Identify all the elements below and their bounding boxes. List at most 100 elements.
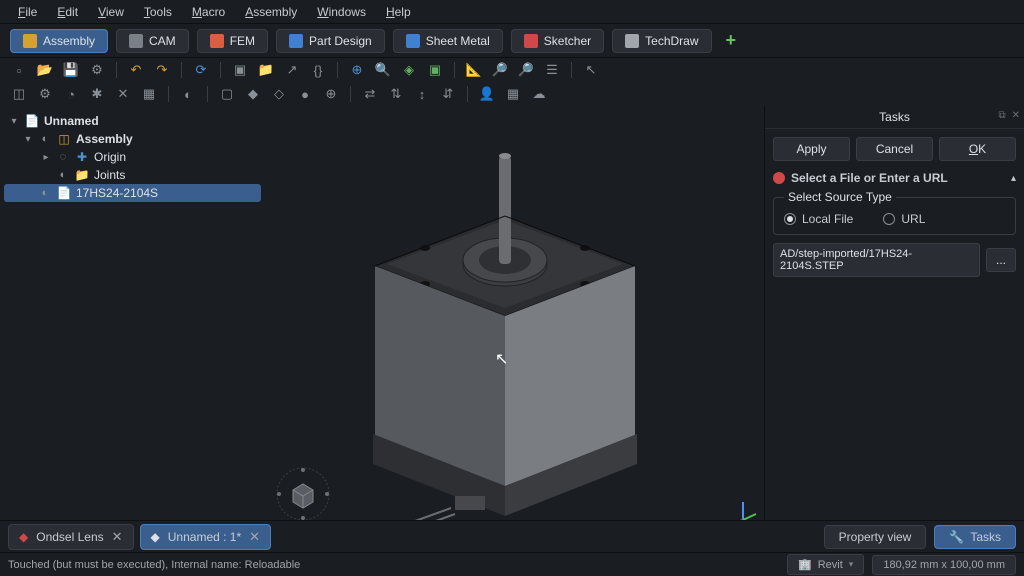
file-path-input[interactable]: AD/step-imported/17HS24-2104S.STEP <box>773 243 980 277</box>
visibility-icon[interactable]: ◐ <box>38 133 52 145</box>
flip-icon[interactable]: ↕ <box>413 85 431 103</box>
move-icon[interactable]: ⇄ <box>361 85 379 103</box>
refresh-icon[interactable]: ⟳ <box>192 61 210 79</box>
tree-part-row[interactable]: ▸ ◐ 📄 17HS24-2104S <box>4 184 261 202</box>
redo-icon[interactable]: ↷ <box>153 61 171 79</box>
workbench-sketcher[interactable]: Sketcher <box>511 29 604 53</box>
tasks-tab[interactable]: 🔧 Tasks <box>934 525 1016 549</box>
dropdown-icon: ▾ <box>849 559 854 570</box>
workbench-icon <box>289 34 303 48</box>
cursor-icon[interactable]: ↖ <box>582 61 600 79</box>
tree-assembly-row[interactable]: ▾ ◐ ◫ Assembly <box>4 130 261 148</box>
workbench-bar: Assembly CAM FEM Part Design Sheet Metal Sket… <box>0 24 1024 58</box>
cylinder-icon[interactable]: ◐ <box>179 85 197 103</box>
tree-origin-row[interactable]: ▸ ◌ ✚ Origin <box>4 148 261 166</box>
workbench-sheet-metal[interactable]: Sheet Metal <box>393 29 503 53</box>
menu-macro[interactable]: Macro <box>182 3 235 21</box>
folder-icon[interactable]: 📁 <box>257 61 275 79</box>
export-icon[interactable]: ↗ <box>283 61 301 79</box>
undo-icon[interactable]: ↶ <box>127 61 145 79</box>
measure-icon[interactable]: 📐 <box>465 61 483 79</box>
rotate-icon[interactable]: ⇅ <box>387 85 405 103</box>
add-workbench-button[interactable]: + <box>720 30 743 51</box>
person-icon[interactable]: 👤 <box>478 85 496 103</box>
url-radio[interactable]: URL <box>883 212 925 226</box>
menu-view[interactable]: View <box>88 3 134 21</box>
grid-icon[interactable]: ▦ <box>140 85 158 103</box>
caret-icon[interactable]: ▾ <box>8 116 20 127</box>
revit-button[interactable]: 🏢 Revit ▾ <box>787 554 864 575</box>
box2-icon[interactable]: ▢ <box>218 85 236 103</box>
close-icon[interactable]: ✕ <box>1012 110 1020 121</box>
settings-icon[interactable]: ⚙ <box>88 61 106 79</box>
menu-windows[interactable]: Windows <box>307 3 376 21</box>
visibility-icon[interactable]: ◌ <box>56 151 70 163</box>
gear-icon[interactable]: ✱ <box>88 85 106 103</box>
zoom-fit-icon[interactable]: ⊕ <box>348 61 366 79</box>
toolbar-row-1: ▫ 📂 💾 ⚙ ↶ ↷ ⟳ ▣ 📁 ↗ {} ⊕ 🔍 ◈ ▣ 📐 🔎 🔎 ☰ ↖ <box>0 58 1024 82</box>
caret-icon[interactable]: ▾ <box>22 134 34 145</box>
task-section-header[interactable]: Select a File or Enter a URL ▴ <box>765 167 1024 189</box>
caret-icon[interactable]: ▸ <box>40 152 52 163</box>
workbench-techdraw[interactable]: TechDraw <box>612 29 711 53</box>
tree-doc-row[interactable]: ▾ 📄 Unnamed <box>4 112 261 130</box>
doc-icon: ◆ <box>151 530 160 544</box>
status-message: Touched (but must be executed), Internal… <box>8 559 300 571</box>
menu-edit[interactable]: Edit <box>47 3 88 21</box>
apply-button[interactable]: Apply <box>773 137 850 161</box>
ok-button[interactable]: OK <box>939 137 1016 161</box>
workbench-icon <box>406 34 420 48</box>
workbench-assembly[interactable]: Assembly <box>10 29 108 53</box>
local-file-radio[interactable]: Local File <box>784 212 853 226</box>
nav-cube[interactable] <box>273 464 333 524</box>
cancel-button[interactable]: Cancel <box>856 137 933 161</box>
doc-tab-unnamed-1-[interactable]: ◆Unnamed : 1*✕ <box>140 524 272 550</box>
close-icon[interactable]: ✕ <box>112 529 123 545</box>
part-nav-icon[interactable]: ▣ <box>426 61 444 79</box>
list-icon[interactable]: ☰ <box>543 61 561 79</box>
shape-icon[interactable]: ◇ <box>270 85 288 103</box>
solve-icon[interactable]: ✕ <box>114 85 132 103</box>
doc-icon: 📄 <box>24 114 40 128</box>
tree-doc-label: Unnamed <box>44 114 99 128</box>
viewport-3d[interactable]: ↖ <box>265 106 764 532</box>
joint-icon[interactable]: ⚙ <box>36 85 54 103</box>
browse-button[interactable]: ... <box>986 248 1016 272</box>
globe-icon[interactable]: ⊕ <box>322 85 340 103</box>
menu-help[interactable]: Help <box>376 3 421 21</box>
find-icon[interactable]: 🔎 <box>491 61 509 79</box>
assembly-icon[interactable]: ◫ <box>10 85 28 103</box>
braces-icon[interactable]: {} <box>309 61 327 79</box>
zoom-icon[interactable]: 🔍 <box>374 61 392 79</box>
visibility-icon[interactable]: ◐ <box>56 169 70 181</box>
cloud-icon[interactable]: ☁ <box>530 85 548 103</box>
constraint-icon[interactable]: ◔ <box>62 85 80 103</box>
building-icon: 🏢 <box>798 558 812 571</box>
box-icon[interactable]: ▣ <box>231 61 249 79</box>
wrench-icon: 🔧 <box>949 530 964 544</box>
prism-icon[interactable]: ◆ <box>244 85 262 103</box>
new-doc-icon[interactable]: ▫ <box>10 61 28 79</box>
workbench-part-design[interactable]: Part Design <box>276 29 385 53</box>
save-icon[interactable]: 💾 <box>62 61 80 79</box>
sphere-icon[interactable]: ● <box>296 85 314 103</box>
visibility-icon[interactable]: ◐ <box>38 187 52 199</box>
status-bar: Touched (but must be executed), Internal… <box>0 552 1024 576</box>
cube-nav-icon[interactable]: ◈ <box>400 61 418 79</box>
radio-icon <box>883 213 895 225</box>
mirror-icon[interactable]: ⇵ <box>439 85 457 103</box>
workbench-cam[interactable]: CAM <box>116 29 189 53</box>
doc-tab-ondsel-lens[interactable]: ◆Ondsel Lens✕ <box>8 524 134 550</box>
open-icon[interactable]: 📂 <box>36 61 54 79</box>
menu-tools[interactable]: Tools <box>134 3 182 21</box>
mesh-icon[interactable]: ▦ <box>504 85 522 103</box>
menu-file[interactable]: File <box>8 3 47 21</box>
collapse-icon[interactable]: ▴ <box>1011 173 1016 184</box>
search-part-icon[interactable]: 🔎 <box>517 61 535 79</box>
tree-joints-row[interactable]: ▸ ◐ 📁 Joints <box>4 166 261 184</box>
workbench-fem[interactable]: FEM <box>197 29 268 53</box>
detach-icon[interactable]: ⧉ <box>998 110 1005 121</box>
menu-assembly[interactable]: Assembly <box>235 3 307 21</box>
close-icon[interactable]: ✕ <box>249 529 260 545</box>
property-view-tab[interactable]: Property view <box>824 525 927 549</box>
